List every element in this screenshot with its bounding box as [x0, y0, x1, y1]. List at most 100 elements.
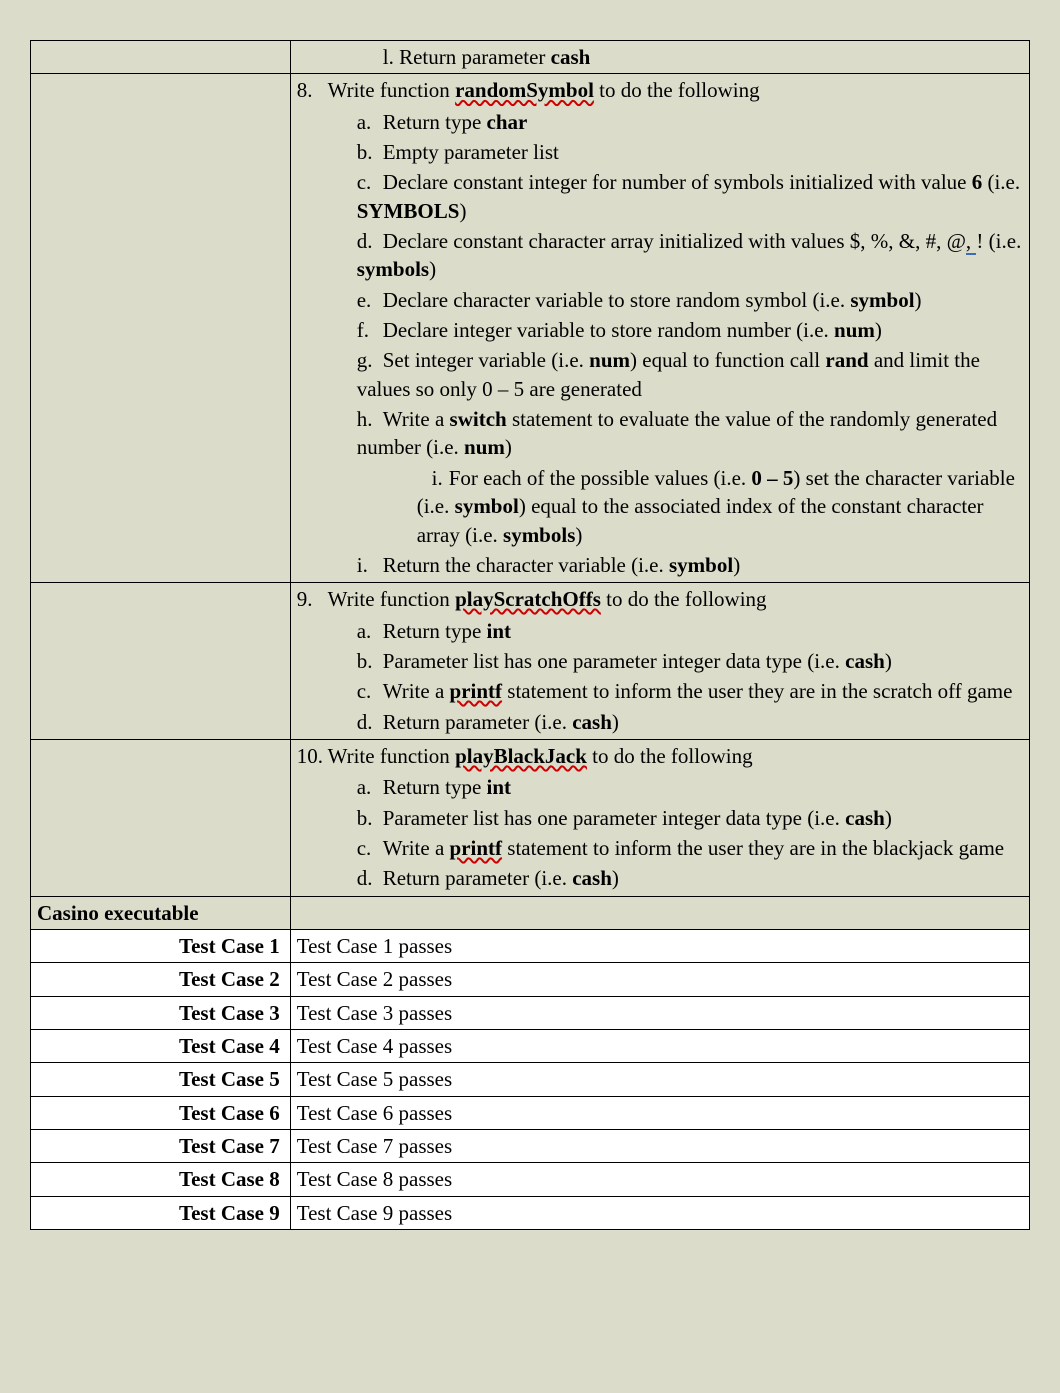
- test-label: Test Case 8: [31, 1163, 291, 1196]
- text: Write a: [383, 679, 450, 703]
- list-item: e.Declare character variable to store ra…: [357, 285, 1023, 315]
- text: ) equal to function call: [630, 348, 825, 372]
- content-cell: l. Return parameter cash: [290, 41, 1029, 74]
- text: ): [885, 649, 892, 673]
- text: (i.e.: [982, 170, 1020, 194]
- function-name: printf: [450, 836, 503, 860]
- text: ): [612, 710, 619, 734]
- bold-text: rand: [825, 348, 868, 372]
- function-name: playScratchOffs: [455, 587, 601, 611]
- table-row: Test Case 5 Test Case 5 passes: [31, 1063, 1030, 1096]
- text: to do the following: [594, 78, 760, 102]
- table-row: Test Case 2 Test Case 2 passes: [31, 963, 1030, 996]
- text: Declare constant integer for number of s…: [383, 170, 972, 194]
- text: statement to inform the user they are in…: [502, 836, 1004, 860]
- text: Declare constant character array initial…: [383, 229, 966, 253]
- text: Write a: [383, 407, 450, 431]
- text: ): [429, 257, 436, 281]
- bold-text: num: [589, 348, 630, 372]
- table-row: Casino executable: [31, 896, 1030, 929]
- table-row: 9. Write function playScratchOffs to do …: [31, 583, 1030, 740]
- empty-cell: [290, 896, 1029, 929]
- list-item: i.For each of the possible values (i.e. …: [417, 464, 1023, 549]
- bold-text: char: [487, 110, 528, 134]
- list-marker: d.: [357, 864, 383, 892]
- list-item: d.Return parameter (i.e. cash): [357, 707, 1023, 737]
- bold-text: symbols: [503, 523, 575, 547]
- list-item: d.Return parameter (i.e. cash): [357, 863, 1023, 893]
- bold-text: symbol: [455, 494, 519, 518]
- table-row: Test Case 4 Test Case 4 passes: [31, 1030, 1030, 1063]
- test-label: Test Case 5: [31, 1063, 291, 1096]
- test-label: Test Case 2: [31, 963, 291, 996]
- text: Set integer variable (i.e.: [383, 348, 589, 372]
- text: Return parameter (i.e.: [383, 710, 573, 734]
- test-result: Test Case 5 passes: [290, 1063, 1029, 1096]
- bold-text: switch: [450, 407, 507, 431]
- table-row: Test Case 7 Test Case 7 passes: [31, 1130, 1030, 1163]
- text: to do the following: [587, 744, 753, 768]
- test-result: Test Case 3 passes: [290, 996, 1029, 1029]
- content-cell: 8. Write function randomSymbol to do the…: [290, 74, 1029, 583]
- function-name: playBlackJack: [455, 744, 587, 768]
- text: Return type: [383, 110, 487, 134]
- sub-list: a.Return type int b.Parameter list has o…: [297, 616, 1023, 737]
- table-row: Test Case 1 Test Case 1 passes: [31, 929, 1030, 962]
- test-result: Test Case 8 passes: [290, 1163, 1029, 1196]
- sub-list: a.Return type char b.Empty parameter lis…: [297, 107, 1023, 581]
- list-marker: l.: [383, 45, 394, 69]
- list-marker: c.: [357, 677, 383, 705]
- bold-text: cash: [572, 710, 612, 734]
- list-marker: d.: [357, 708, 383, 736]
- content-cell: 9. Write function playScratchOffs to do …: [290, 583, 1029, 740]
- text: to do the following: [601, 587, 767, 611]
- list-marker: a.: [357, 617, 383, 645]
- test-label: Test Case 3: [31, 996, 291, 1029]
- text: statement to inform the user they are in…: [502, 679, 1012, 703]
- test-label: Test Case 6: [31, 1096, 291, 1129]
- list-item: c.Write a printf statement to inform the…: [357, 833, 1023, 863]
- list-marker: b.: [357, 804, 383, 832]
- list-marker: a.: [357, 108, 383, 136]
- list-item: c.Declare constant integer for number of…: [357, 167, 1023, 226]
- text: For each of the possible values (i.e.: [449, 466, 752, 490]
- text: ): [612, 866, 619, 890]
- list-item: f.Declare integer variable to store rand…: [357, 315, 1023, 345]
- table-row: 10. Write function playBlackJack to do t…: [31, 739, 1030, 896]
- text: ): [733, 553, 740, 577]
- function-name: printf: [450, 679, 503, 703]
- bold-text: symbol: [850, 288, 914, 312]
- sub-list: a.Return type int b.Parameter list has o…: [297, 772, 1023, 893]
- list-item: a.Return type int: [357, 616, 1023, 646]
- grammar-mark: ,: [966, 229, 977, 255]
- text: Return type: [383, 619, 487, 643]
- test-result: Test Case 1 passes: [290, 929, 1029, 962]
- text: Declare integer variable to store random…: [383, 318, 834, 342]
- list-item: b.Empty parameter list: [357, 137, 1023, 167]
- bold-text: cash: [572, 866, 612, 890]
- table-row: Test Case 9 Test Case 9 passes: [31, 1196, 1030, 1229]
- test-result: Test Case 4 passes: [290, 1030, 1029, 1063]
- list-marker: 9.: [297, 585, 323, 613]
- text: Return type: [383, 775, 487, 799]
- list-item: b.Parameter list has one parameter integ…: [357, 803, 1023, 833]
- content-cell: 10. Write function playBlackJack to do t…: [290, 739, 1029, 896]
- bold-text: int: [487, 775, 512, 799]
- text: Write function: [328, 587, 455, 611]
- text: (i.e.: [983, 229, 1021, 253]
- list-marker: 10.: [297, 742, 323, 770]
- list-marker: h.: [357, 405, 383, 433]
- list-item: h.Write a switch statement to evaluate t…: [357, 404, 1023, 550]
- empty-cell: [31, 583, 291, 740]
- bold-text: num: [464, 435, 505, 459]
- table-row: l. Return parameter cash: [31, 41, 1030, 74]
- text: ): [575, 523, 582, 547]
- list-marker: a.: [357, 773, 383, 801]
- bold-text: symbol: [669, 553, 733, 577]
- list-marker: b.: [357, 647, 383, 675]
- list-item: c.Write a printf statement to inform the…: [357, 676, 1023, 706]
- test-result: Test Case 9 passes: [290, 1196, 1029, 1229]
- text: Declare character variable to store rand…: [383, 288, 851, 312]
- list-item: a.Return type char: [357, 107, 1023, 137]
- test-result: Test Case 2 passes: [290, 963, 1029, 996]
